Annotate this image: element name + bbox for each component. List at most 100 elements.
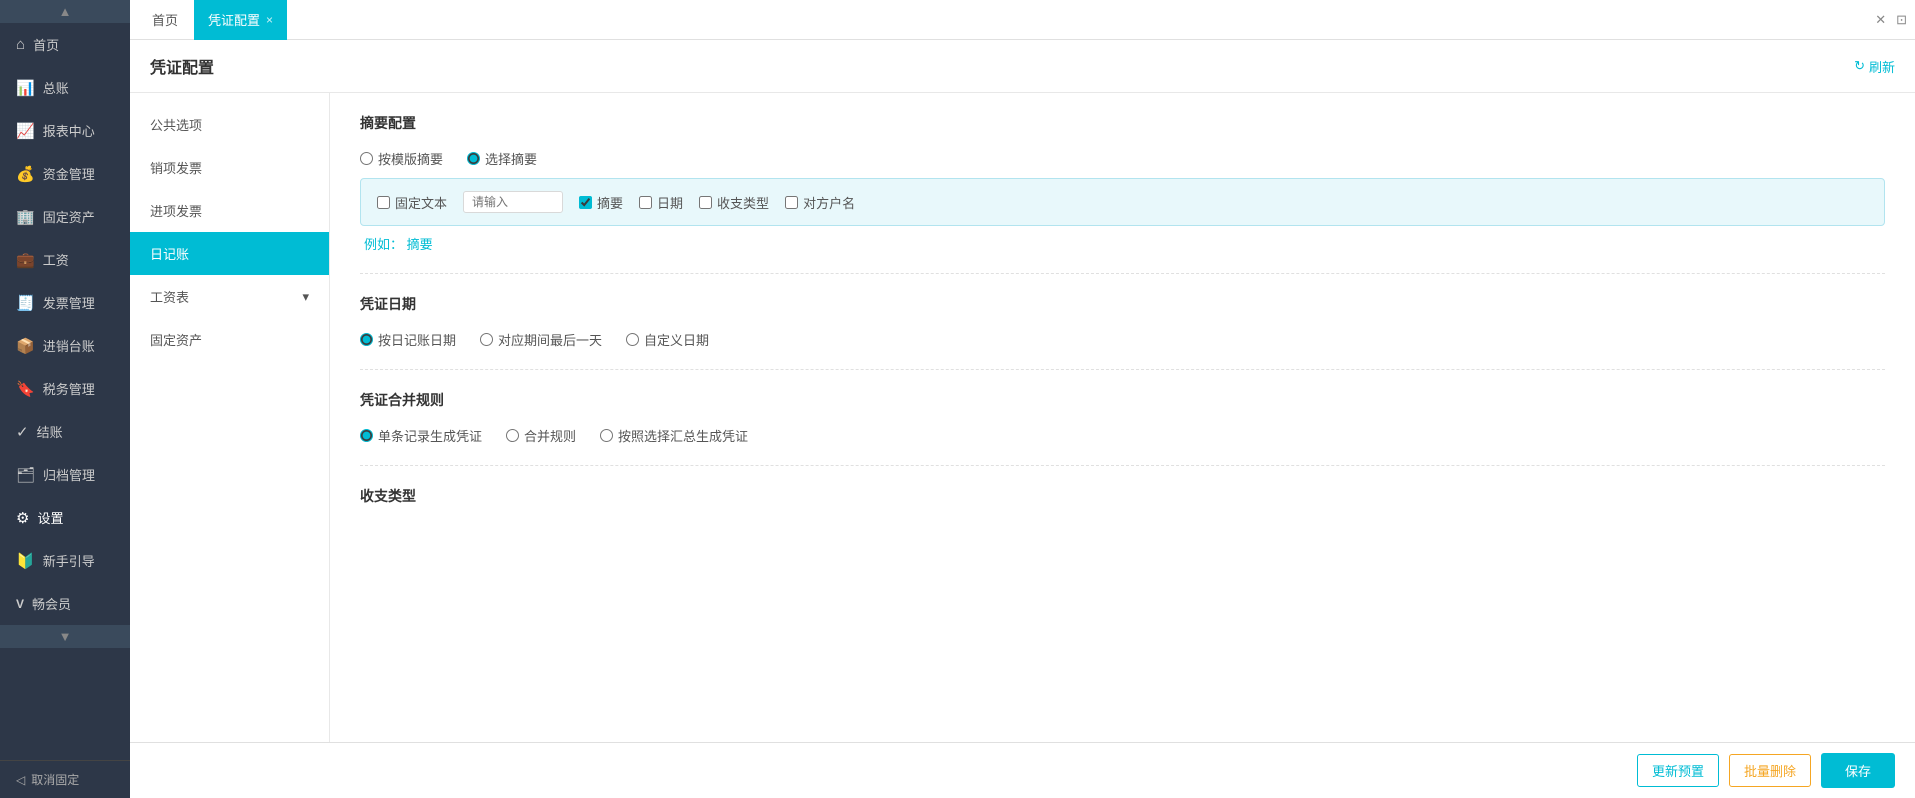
nav-item-purchase[interactable]: 进项发票 — [130, 189, 329, 232]
sidebar-item-salary[interactable]: 💼 工资 — [0, 238, 130, 281]
merge-section: 凭证合并规则 单条记录生成凭证 合并规则 按照选择汇总生成凭证 — [360, 390, 1885, 466]
date-radio-lastday-input[interactable] — [480, 333, 493, 346]
right-content: 摘要配置 按模版摘要 选择摘要 — [330, 93, 1915, 742]
sidebar-item-invoice[interactable]: 🧾 发票管理 — [0, 281, 130, 324]
date-radio-journal[interactable]: 按日记账日期 — [360, 330, 456, 349]
checkbox-fixed-text-input[interactable] — [377, 196, 390, 209]
sidebar-item-member[interactable]: V 畅会员 — [0, 582, 130, 625]
date-radio-journal-input[interactable] — [360, 333, 373, 346]
summary-radio-template-input[interactable] — [360, 152, 373, 165]
salary-icon: 💼 — [16, 251, 35, 269]
fixed-text-input[interactable] — [463, 191, 563, 213]
summary-radio-select-input[interactable] — [467, 152, 480, 165]
nav-item-sales[interactable]: 销项发票 — [130, 146, 329, 189]
example-text: 例如： 摘要 — [360, 234, 1885, 253]
merge-radio-single-input[interactable] — [360, 429, 373, 442]
nav-item-fixed-asset[interactable]: 固定资产 — [130, 318, 329, 361]
merge-radio-merge[interactable]: 合并规则 — [506, 426, 576, 445]
date-radio-group: 按日记账日期 对应期间最后一天 自定义日期 — [360, 330, 1885, 349]
summary-radio-template[interactable]: 按模版摘要 — [360, 149, 443, 168]
sidebar-item-report[interactable]: 📈 报表中心 — [0, 109, 130, 152]
invoice-icon: 🧾 — [16, 294, 35, 312]
tab-active-label: 凭证配置 — [208, 10, 260, 29]
sidebar-item-tax[interactable]: 🔖 税务管理 — [0, 367, 130, 410]
refresh-label: 刷新 — [1869, 57, 1895, 76]
sidebar-item-fund[interactable]: 💰 资金管理 — [0, 152, 130, 195]
tab-voucher-config[interactable]: 凭证配置 × — [194, 0, 287, 40]
tabbar: 首页 凭证配置 × ✕ ⊡ — [130, 0, 1915, 40]
date-radio-custom[interactable]: 自定义日期 — [626, 330, 709, 349]
summary-radio-group: 按模版摘要 选择摘要 — [360, 149, 1885, 168]
summary-radio-select[interactable]: 选择摘要 — [467, 149, 537, 168]
income-title: 收支类型 — [360, 486, 1885, 506]
update-preview-button[interactable]: 更新预置 — [1637, 754, 1719, 787]
sidebar-item-label: 资金管理 — [43, 164, 95, 183]
sidebar-unpin[interactable]: ◁ 取消固定 — [0, 760, 130, 798]
sidebar: ▲ ⌂ 首页 📊 总账 📈 报表中心 💰 资金管理 🏢 固定资产 💼 工资 🧾 … — [0, 0, 130, 798]
refresh-icon: ↻ — [1854, 58, 1865, 74]
merge-radio-total-input[interactable] — [600, 429, 613, 442]
sidebar-item-label: 新手引导 — [43, 551, 95, 570]
checkbox-fixed-text[interactable]: 固定文本 — [377, 193, 447, 212]
nav-item-public[interactable]: 公共选项 — [130, 103, 329, 146]
sidebar-item-guide[interactable]: 🔰 新手引导 — [0, 539, 130, 582]
batch-delete-button[interactable]: 批量删除 — [1729, 754, 1811, 787]
checkbox-date-input[interactable] — [639, 196, 652, 209]
member-icon: V — [16, 597, 24, 611]
sidebar-item-label: 固定资产 — [43, 207, 95, 226]
tab-home[interactable]: 首页 — [138, 0, 192, 40]
sidebar-item-asset[interactable]: 🏢 固定资产 — [0, 195, 130, 238]
nav-item-journal[interactable]: 日记账 — [130, 232, 329, 275]
checkbox-income-type-label: 收支类型 — [717, 193, 769, 212]
sidebar-scroll-up[interactable]: ▲ — [0, 0, 130, 23]
guide-icon: 🔰 — [16, 552, 35, 570]
main-area: 首页 凭证配置 × ✕ ⊡ 凭证配置 ↻ 刷新 公共选项 — [130, 0, 1915, 798]
sidebar-item-archive[interactable]: 🗂 归档管理 — [0, 453, 130, 496]
sidebar-item-label: 税务管理 — [43, 379, 95, 398]
checkbox-fixed-text-label: 固定文本 — [395, 193, 447, 212]
refresh-button[interactable]: ↻ 刷新 — [1854, 57, 1895, 76]
summary-radio-template-label: 按模版摘要 — [378, 149, 443, 168]
merge-radio-merge-input[interactable] — [506, 429, 519, 442]
sidebar-item-ledger[interactable]: 📊 总账 — [0, 66, 130, 109]
checkbox-counterparty-input[interactable] — [785, 196, 798, 209]
checkbox-counterparty[interactable]: 对方户名 — [785, 193, 855, 212]
home-icon: ⌂ — [16, 36, 25, 53]
window-resize-icon[interactable]: ⊡ — [1896, 12, 1907, 28]
sidebar-item-settings[interactable]: ⚙ 设置 — [0, 496, 130, 539]
bottom-bar: 更新预置 批量删除 保存 — [130, 742, 1915, 798]
merge-radio-total[interactable]: 按照选择汇总生成凭证 — [600, 426, 748, 445]
save-button[interactable]: 保存 — [1821, 753, 1895, 788]
income-section: 收支类型 — [360, 486, 1885, 542]
checkbox-date[interactable]: 日期 — [639, 193, 683, 212]
sidebar-item-settlement[interactable]: ✓ 结账 — [0, 410, 130, 453]
sidebar-item-label: 畅会员 — [32, 594, 71, 613]
sidebar-item-inventory[interactable]: 📦 进销台账 — [0, 324, 130, 367]
sidebar-item-label: 进销台账 — [43, 336, 95, 355]
date-radio-lastday[interactable]: 对应期间最后一天 — [480, 330, 602, 349]
merge-radio-single[interactable]: 单条记录生成凭证 — [360, 426, 482, 445]
checkbox-summary[interactable]: 摘要 — [579, 193, 623, 212]
left-nav: 公共选项 销项发票 进项发票 日记账 工资表 ▾ 固定资产 — [130, 93, 330, 742]
sidebar-item-label: 工资 — [43, 250, 69, 269]
sidebar-item-label: 归档管理 — [43, 465, 95, 484]
checkbox-income-type[interactable]: 收支类型 — [699, 193, 769, 212]
checkbox-date-label: 日期 — [657, 193, 683, 212]
checkbox-income-type-input[interactable] — [699, 196, 712, 209]
date-section: 凭证日期 按日记账日期 对应期间最后一天 自定义日期 — [360, 294, 1885, 370]
checkbox-summary-input[interactable] — [579, 196, 592, 209]
merge-radio-single-label: 单条记录生成凭证 — [378, 426, 482, 445]
sidebar-item-label: 总账 — [43, 78, 69, 97]
pin-icon: ◁ — [16, 773, 25, 787]
sidebar-item-label: 设置 — [37, 508, 63, 527]
tab-close-button[interactable]: × — [266, 13, 273, 27]
nav-item-payroll[interactable]: 工资表 ▾ — [130, 275, 329, 318]
asset-icon: 🏢 — [16, 208, 35, 226]
sidebar-scroll-down[interactable]: ▼ — [0, 625, 130, 648]
fund-icon: 💰 — [16, 165, 35, 183]
date-radio-custom-input[interactable] — [626, 333, 639, 346]
summary-title: 摘要配置 — [360, 113, 1885, 133]
sidebar-item-home[interactable]: ⌂ 首页 — [0, 23, 130, 66]
window-close-icon[interactable]: ✕ — [1875, 12, 1886, 28]
merge-title: 凭证合并规则 — [360, 390, 1885, 410]
